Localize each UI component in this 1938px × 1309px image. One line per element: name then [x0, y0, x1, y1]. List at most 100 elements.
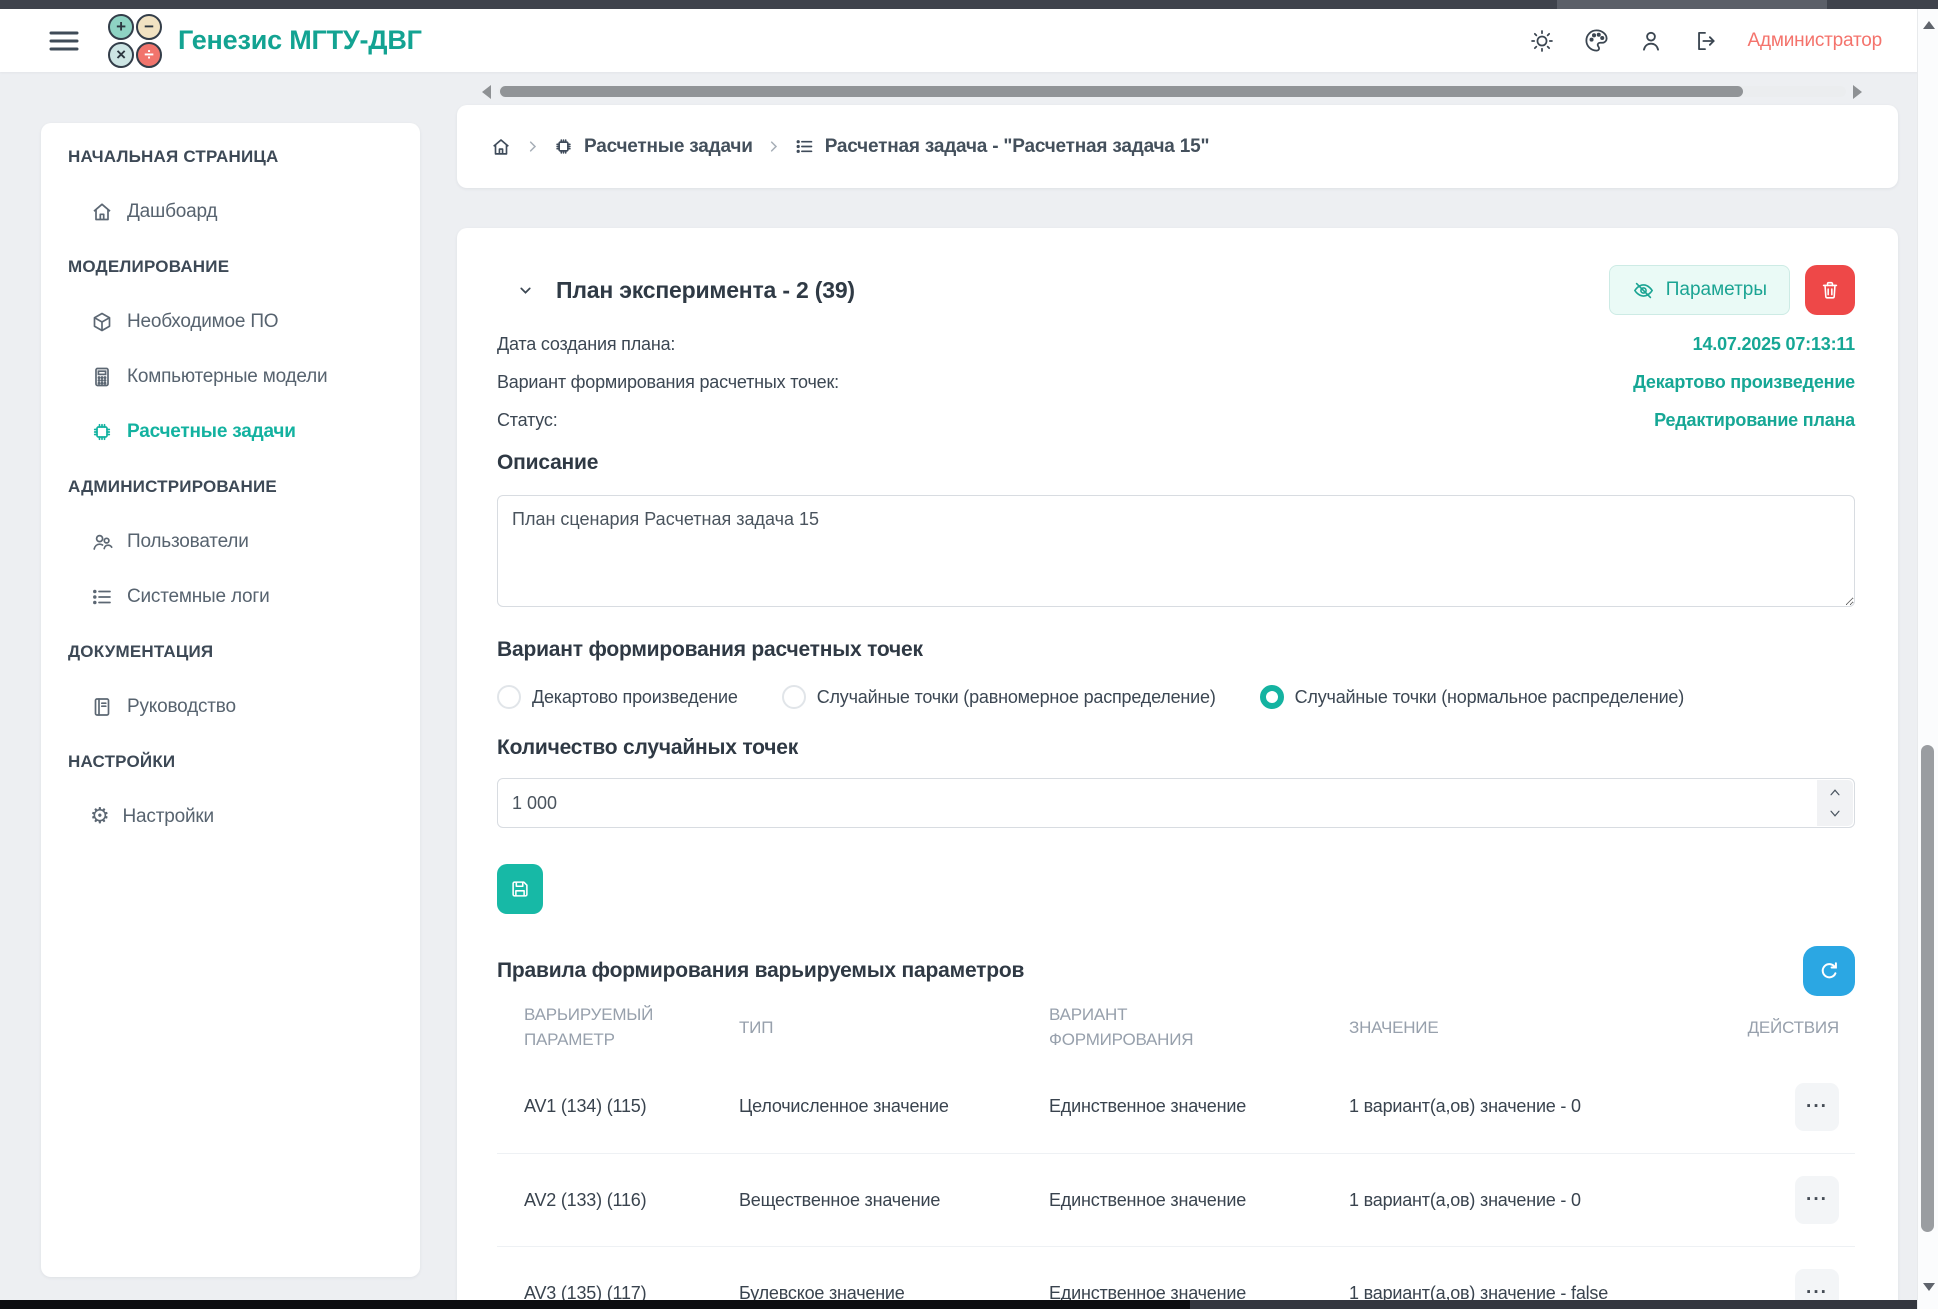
save-button[interactable]: [497, 864, 543, 914]
cell-value: 1 вариант(а,ов) значение - 0: [1349, 1096, 1581, 1116]
chip-icon: [90, 420, 114, 444]
palette-icon[interactable]: [1583, 27, 1610, 54]
field-row-status: Статус: Редактирование плана: [497, 401, 1855, 439]
scroll-left-arrow-icon[interactable]: [482, 84, 491, 99]
sidebar-item-system-logs[interactable]: Системные логи: [41, 569, 420, 624]
plan-header: План эксперимента - 2 (39) Параметры: [497, 265, 1855, 315]
browser-bottom-strip: [0, 1300, 1917, 1309]
sidebar-item-settings[interactable]: ⚙ Настройки: [41, 789, 420, 844]
horizontal-scrollbar: [482, 84, 1862, 99]
sidebar-item-label: Дашбоард: [127, 200, 218, 222]
browser-top-strip: [0, 0, 1938, 9]
row-actions-button[interactable]: ···: [1795, 1082, 1839, 1131]
variant-label: Вариант формирования расчетных точек:: [497, 371, 839, 392]
chevron-down-icon[interactable]: [517, 282, 534, 299]
radio-cartesian-product[interactable]: Декартово произведение: [497, 685, 738, 709]
status-badge: Редактирование плана: [1654, 409, 1855, 430]
browser-bottom-strip-segment: [0, 1300, 1190, 1309]
sidebar-item-calculation-tasks[interactable]: Расчетные задачи: [41, 404, 420, 459]
save-icon: [509, 878, 531, 900]
vertical-scrollbar: [1917, 9, 1938, 1309]
cube-icon: [90, 310, 114, 334]
description-textarea[interactable]: План сценария Расчетная задача 15: [497, 495, 1855, 607]
chevron-down-icon: [1830, 810, 1840, 817]
created-value: 14.07.2025 07:13:11: [1692, 333, 1856, 354]
radio-random-normal[interactable]: Случайные точки (нормальное распределени…: [1259, 685, 1684, 709]
sidebar-item-software[interactable]: Необходимое ПО: [41, 294, 420, 349]
delete-plan-button[interactable]: [1805, 265, 1855, 315]
refresh-button[interactable]: [1803, 946, 1855, 996]
logo-plus-icon: +: [108, 13, 134, 40]
created-label: Дата создания плана:: [497, 333, 676, 354]
sidebar-item-label: Системные логи: [127, 585, 270, 607]
number-spinner[interactable]: [1817, 780, 1853, 826]
chevron-right-icon: [525, 139, 540, 154]
refresh-icon: [1817, 959, 1841, 983]
variant-value: Декартово произведение: [1633, 371, 1855, 392]
row-actions-button[interactable]: ···: [1795, 1176, 1839, 1224]
parameters-button[interactable]: Параметры: [1608, 265, 1790, 315]
trash-icon: [1819, 279, 1841, 301]
theme-sun-icon[interactable]: [1529, 28, 1555, 54]
browser-top-strip-segment: [1557, 0, 1827, 9]
points-count-field: [497, 778, 1855, 828]
breadcrumb-home-icon[interactable]: [490, 136, 512, 158]
column-header-variant: ВАРИАНТ ФОРМИРОВАНИЯ: [1049, 1005, 1194, 1049]
scroll-down-arrow-icon[interactable]: [1923, 1283, 1935, 1291]
home-icon: [90, 200, 114, 224]
user-role-label[interactable]: Администратор: [1748, 30, 1883, 52]
status-label: Статус:: [497, 409, 558, 430]
menu-icon[interactable]: [48, 29, 80, 53]
points-variant-radio-group: Декартово произведение Случайные точки (…: [497, 682, 1855, 712]
breadcrumb-item-tasks[interactable]: Расчетные задачи: [553, 136, 753, 158]
chevron-up-icon: [1830, 789, 1840, 796]
radio-random-uniform[interactable]: Случайные точки (равномерное распределен…: [781, 685, 1216, 709]
rules-header: Правила формирования варьируемых парамет…: [497, 946, 1855, 996]
vertical-scrollbar-thumb[interactable]: [1921, 745, 1934, 1232]
sidebar-item-label: Настройки: [122, 805, 215, 827]
breadcrumb-label: Расчетная задача - "Расчетная задача 15": [824, 135, 1210, 157]
points-count-heading: Количество случайных точек: [497, 736, 799, 759]
field-row-variant: Вариант формирования расчетных точек: Де…: [497, 363, 1855, 401]
app-title: Генезис МГТУ-ДВГ: [178, 25, 422, 55]
breadcrumb: Расчетные задачи Расчетная задача - "Рас…: [457, 105, 1898, 188]
calculator-icon: [90, 365, 114, 389]
sidebar-item-computer-models[interactable]: Компьютерные модели: [41, 349, 420, 404]
scroll-right-arrow-icon[interactable]: [1853, 84, 1862, 99]
logo-times-icon: ×: [108, 41, 134, 68]
table-row: AV1 (134) (115) Целочисленное значение Е…: [497, 1060, 1855, 1153]
logo-minus-icon: −: [136, 13, 162, 40]
logout-icon[interactable]: [1692, 28, 1718, 54]
sidebar-item-dashboard[interactable]: Дашбоард: [41, 184, 420, 239]
description-heading: Описание: [497, 451, 599, 474]
ellipsis-icon: ···: [1806, 1189, 1828, 1210]
users-icon: [90, 530, 114, 554]
points-count-input[interactable]: [498, 779, 1854, 827]
rules-heading: Правила формирования варьируемых парамет…: [497, 959, 1025, 982]
cell-type: Целочисленное значение: [739, 1096, 949, 1116]
sidebar-item-manual[interactable]: Руководство: [41, 679, 420, 734]
chevron-right-icon: [766, 139, 781, 154]
plan-fields: Дата создания плана: 14.07.2025 07:13:11…: [497, 325, 1855, 439]
sidebar-item-users[interactable]: Пользователи: [41, 514, 420, 569]
horizontal-scrollbar-track[interactable]: [498, 86, 1846, 97]
user-icon[interactable]: [1638, 28, 1664, 54]
sidebar-item-label: Расчетные задачи: [127, 420, 296, 442]
rules-table-header: ВАРЬИРУЕМЫЙ ПАРАМЕТР ТИП ВАРИАНТ ФОРМИРО…: [497, 996, 1855, 1060]
page-title: План эксперимента - 2 (39): [556, 276, 855, 303]
chip-icon: [553, 136, 574, 157]
gear-icon: ⚙: [90, 803, 110, 829]
sidebar-item-label: Пользователи: [127, 530, 249, 552]
sidebar: НАЧАЛЬНАЯ СТРАНИЦА Дашбоард МОДЕЛИРОВАНИ…: [41, 123, 420, 1277]
field-row-created: Дата создания плана: 14.07.2025 07:13:11: [497, 325, 1855, 363]
cell-param: AV2 (133) (116): [524, 1189, 647, 1210]
points-variant-heading: Вариант формирования расчетных точек: [497, 638, 923, 661]
breadcrumb-item-current-task[interactable]: Расчетная задача - "Расчетная задача 15": [794, 135, 1210, 158]
scroll-up-arrow-icon[interactable]: [1923, 21, 1935, 29]
app-logo: + − × ÷: [108, 13, 162, 68]
experiment-plan-panel: План эксперимента - 2 (39) Параметры Дат…: [457, 228, 1898, 1309]
cell-value: 1 вариант(а,ов) значение - 0: [1349, 1189, 1581, 1210]
horizontal-scrollbar-thumb[interactable]: [500, 86, 1743, 97]
ellipsis-icon: ···: [1806, 1095, 1828, 1117]
column-header-type: ТИП: [739, 1017, 774, 1037]
